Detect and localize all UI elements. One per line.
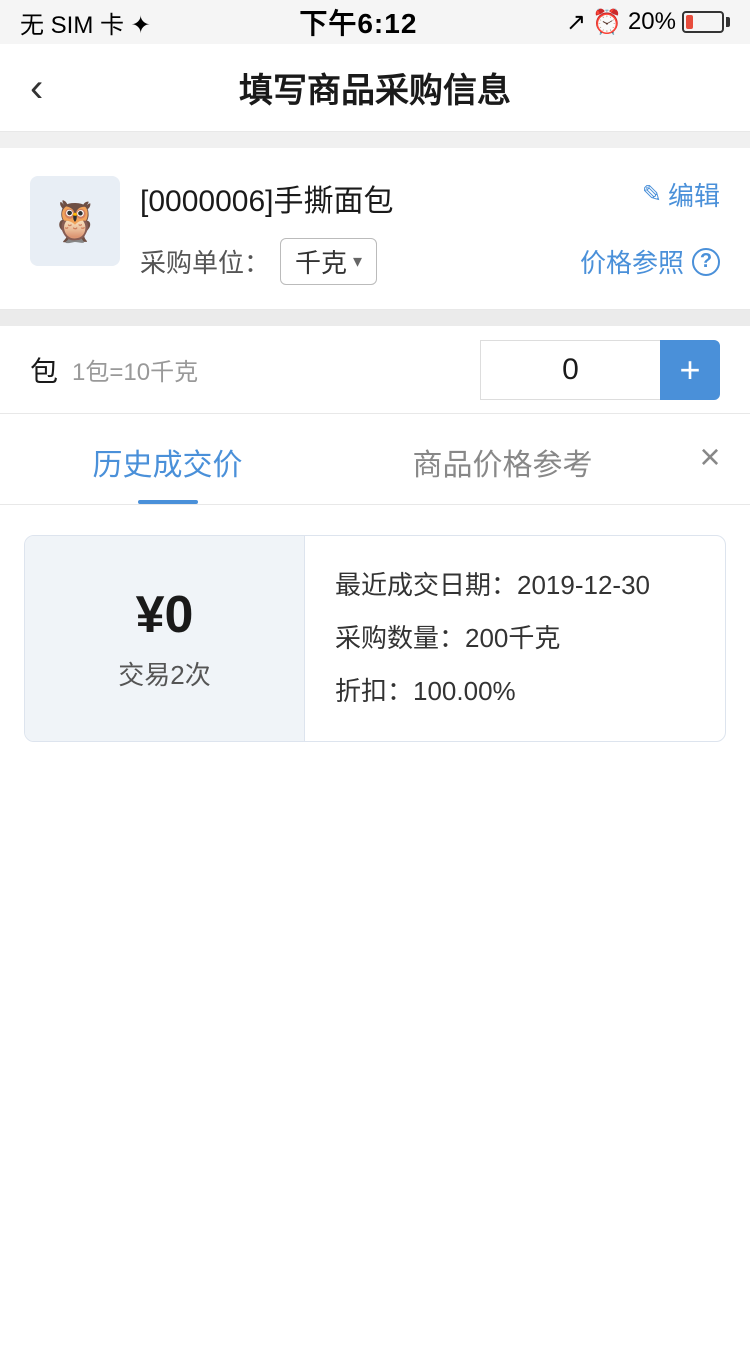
edit-icon: ✎ xyxy=(642,180,662,209)
txn-price: ¥0 xyxy=(136,585,194,645)
tab-history-price[interactable]: 历史成交价 xyxy=(0,414,335,504)
tab-close-button[interactable]: × xyxy=(670,436,750,482)
qty-unit-hint: 1包=10千克 xyxy=(72,352,198,387)
product-thumbnail: 🦉 xyxy=(30,176,120,266)
transaction-card: ¥0 交易2次 最近成交日期：2019-12-30 采购数量：200千克 折扣：… xyxy=(24,535,726,742)
section-divider xyxy=(0,310,750,326)
dropdown-arrow-icon: ▾ xyxy=(353,251,362,272)
nav-bar: ‹ 填写商品采购信息 xyxy=(0,44,750,132)
unit-value: 千克 xyxy=(295,243,347,280)
battery-percent: 20% xyxy=(628,8,676,36)
qty-label: 包 1包=10千克 xyxy=(30,350,198,390)
status-left: 无 SIM 卡 ✦ xyxy=(20,5,151,40)
tabs-row: 历史成交价 商品价格参考 × xyxy=(0,414,750,505)
panel-content: ¥0 交易2次 最近成交日期：2019-12-30 采购数量：200千克 折扣：… xyxy=(0,505,750,772)
battery-icon xyxy=(682,11,730,33)
tab-price-ref-label: 商品价格参考 xyxy=(413,449,593,482)
txn-qty-value: 200千克 xyxy=(465,623,560,653)
edit-button[interactable]: ✎ 编辑 xyxy=(642,176,720,213)
location-icon: ↗ xyxy=(566,8,586,37)
txn-date: 最近成交日期：2019-12-30 xyxy=(335,566,695,605)
txn-discount-value: 100.00% xyxy=(413,676,516,706)
txn-count: 交易2次 xyxy=(118,655,210,692)
txn-right: 最近成交日期：2019-12-30 采购数量：200千克 折扣：100.00% xyxy=(305,536,725,741)
product-name: [0000006]手撕面包 xyxy=(140,176,393,220)
tab-history-label: 历史成交价 xyxy=(93,449,243,482)
page-title: 填写商品采购信息 xyxy=(239,63,511,112)
alarm-icon: ⏰ xyxy=(592,8,622,37)
txn-discount-label: 折扣： xyxy=(335,676,413,706)
txn-qty: 采购数量：200千克 xyxy=(335,619,695,658)
status-right: ↗ ⏰ 20% xyxy=(566,8,730,37)
product-logo-icon: 🦉 xyxy=(50,198,100,245)
close-icon: × xyxy=(699,436,720,478)
unit-selector[interactable]: 千克 ▾ xyxy=(280,238,377,285)
price-ref-label: 价格参照 xyxy=(580,243,684,280)
qty-input[interactable] xyxy=(480,340,660,400)
edit-label: 编辑 xyxy=(668,176,720,213)
product-info: [0000006]手撕面包 ✎ 编辑 采购单位： 千克 ▾ xyxy=(140,176,720,285)
unit-label: 采购单位： xyxy=(140,243,270,280)
price-ref-button[interactable]: 价格参照 ? xyxy=(580,243,720,280)
status-time: 下午6:12 xyxy=(299,2,417,42)
product-card: 🦉 [0000006]手撕面包 ✎ 编辑 采购单位： 千 xyxy=(0,148,750,310)
txn-discount: 折扣：100.00% xyxy=(335,672,695,711)
bottom-panel: 历史成交价 商品价格参考 × ¥0 交易2次 最近成交日期：2019-12-30 xyxy=(0,414,750,772)
sim-text: 无 SIM 卡 ✦ xyxy=(20,5,151,40)
help-icon: ? xyxy=(692,248,720,276)
txn-date-label: 最近成交日期： xyxy=(335,570,517,600)
txn-left: ¥0 交易2次 xyxy=(25,536,305,741)
tab-price-ref[interactable]: 商品价格参考 xyxy=(335,414,670,504)
back-button[interactable]: ‹ xyxy=(30,68,43,108)
txn-qty-label: 采购数量： xyxy=(335,623,465,653)
quantity-row: 包 1包=10千克 + xyxy=(0,326,750,414)
tab-underline xyxy=(138,500,198,504)
unit-row: 采购单位： 千克 ▾ xyxy=(140,238,377,285)
qty-unit-char: 包 xyxy=(30,350,58,390)
status-bar: 无 SIM 卡 ✦ 下午6:12 ↗ ⏰ 20% xyxy=(0,0,750,44)
txn-date-value: 2019-12-30 xyxy=(517,570,650,600)
qty-input-group: + xyxy=(480,340,720,400)
main-area: 🦉 [0000006]手撕面包 ✎ 编辑 采购单位： 千 xyxy=(0,148,750,1350)
qty-plus-button[interactable]: + xyxy=(660,340,720,400)
